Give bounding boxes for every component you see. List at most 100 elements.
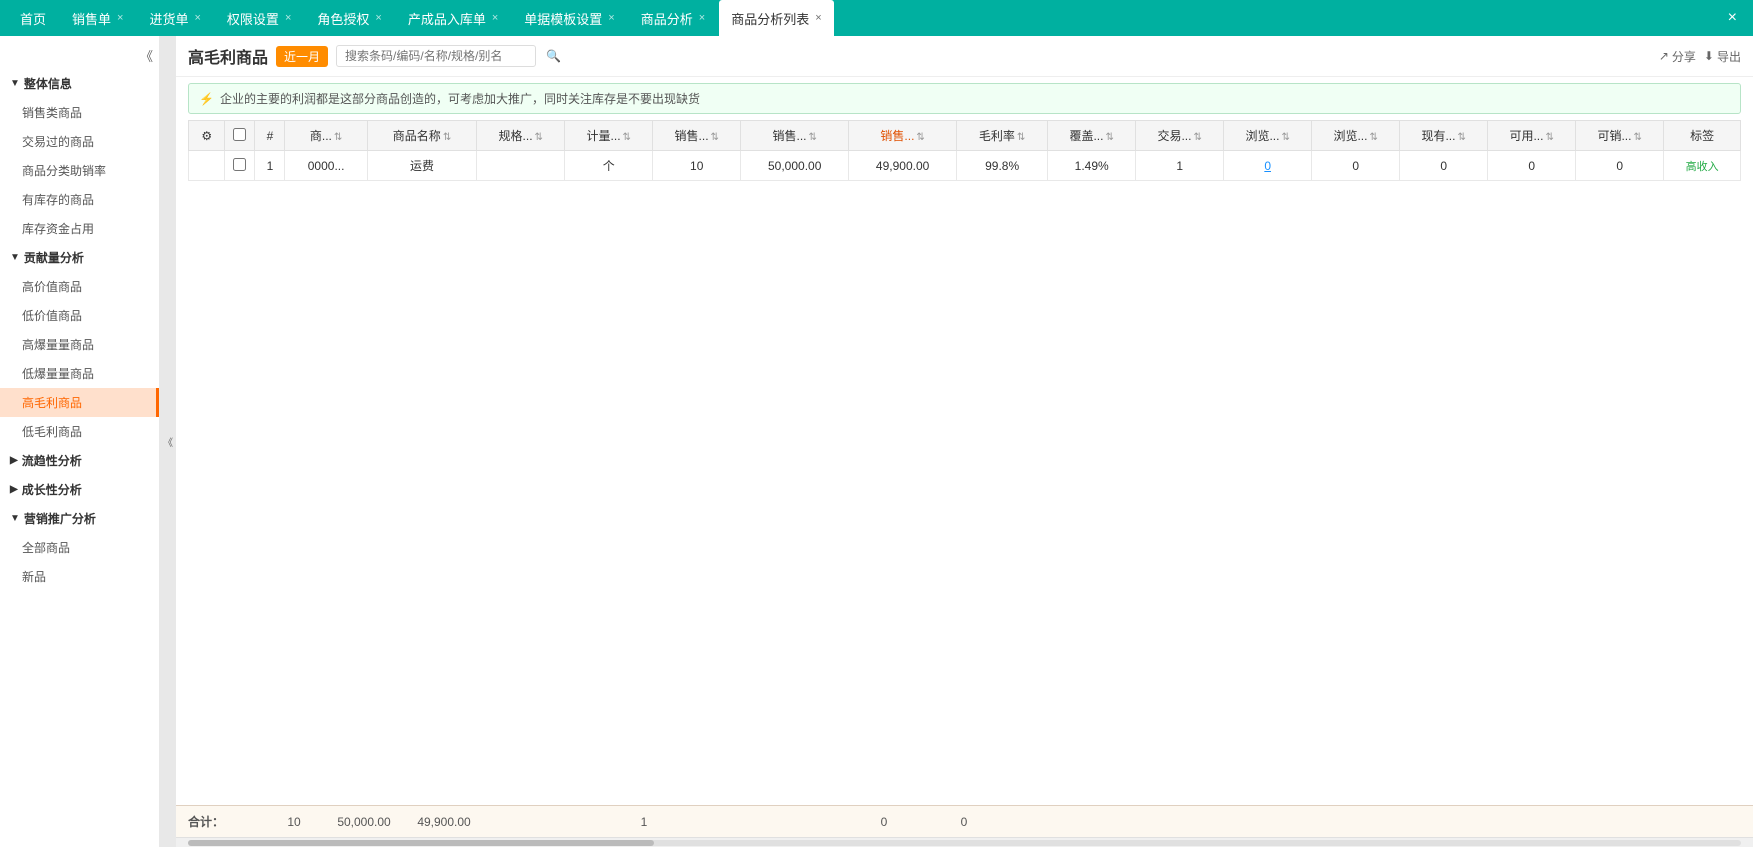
- sidebar-item-sales-goods[interactable]: 销售类商品: [0, 98, 159, 127]
- close-analysis-list-tab[interactable]: ×: [815, 12, 821, 24]
- col-settings[interactable]: ⚙: [189, 121, 225, 151]
- cell-gross-margin: 99.8%: [957, 151, 1048, 181]
- footer-bar: 合计： 10 50,000.00 49,900.00 1 0: [176, 805, 1753, 837]
- sidebar-item-new-goods[interactable]: 新品: [0, 562, 159, 591]
- arrow-contribution: ▼: [10, 252, 20, 263]
- col-browse1[interactable]: 浏览...⇅: [1224, 121, 1312, 151]
- sidebar-section-overall[interactable]: ▼ 整体信息: [0, 69, 159, 98]
- close-product-inbound-tab[interactable]: ×: [492, 12, 498, 24]
- sidebar-item-high-explosive[interactable]: 高爆量量商品: [0, 330, 159, 359]
- cell-num: 1: [255, 151, 285, 181]
- sidebar-item-stock-goods[interactable]: 有库存的商品: [0, 185, 159, 214]
- close-analysis-tab[interactable]: ×: [699, 12, 705, 24]
- close-all-tabs[interactable]: ×: [1720, 9, 1745, 27]
- col-sales-amt[interactable]: 销售...⇅: [741, 121, 849, 151]
- cell-tag: 高收入: [1664, 151, 1741, 181]
- sidebar-item-high-margin[interactable]: 高毛利商品: [0, 388, 159, 417]
- footer-cell-empty3: [764, 815, 844, 829]
- horizontal-scrollbar[interactable]: [176, 837, 1753, 847]
- col-browse2[interactable]: 浏览...⇅: [1312, 121, 1400, 151]
- sidebar-item-low-explosive[interactable]: 低爆量量商品: [0, 359, 159, 388]
- filter-recent-month-btn[interactable]: 近一月: [276, 46, 328, 67]
- cell-name: 运费: [367, 151, 476, 181]
- cell-sellable: 0: [1576, 151, 1664, 181]
- cell-spec: [477, 151, 565, 181]
- footer-cell-empty1: [484, 815, 604, 829]
- nav-tab-analysis[interactable]: 商品分析 ×: [629, 0, 717, 36]
- sidebar-toggle[interactable]: 《: [160, 36, 176, 847]
- col-code[interactable]: 商...⇅: [285, 121, 367, 151]
- col-sellable[interactable]: 可销...⇅: [1576, 121, 1664, 151]
- nav-tab-sales[interactable]: 销售单 ×: [60, 0, 135, 36]
- info-icon: ⚡: [199, 92, 214, 106]
- sidebar-item-low-value[interactable]: 低价值商品: [0, 301, 159, 330]
- sidebar-section-marketing[interactable]: ▼ 营销推广分析: [0, 504, 159, 533]
- main-table: ⚙ # 商...⇅ 商品名称⇅ 规格...⇅ 计量...⇅ 销售...⇅ 销售.…: [188, 120, 1741, 181]
- cell-code: 0000...: [285, 151, 367, 181]
- close-purchase-tab[interactable]: ×: [194, 12, 200, 24]
- nav-tab-analysis-list[interactable]: 商品分析列表 ×: [719, 0, 833, 36]
- row-checkbox[interactable]: [233, 158, 246, 171]
- arrow-marketing: ▼: [10, 513, 20, 524]
- col-tag: 标签: [1664, 121, 1741, 151]
- cell-trade: 1: [1136, 151, 1224, 181]
- col-current-stock[interactable]: 现有...⇅: [1400, 121, 1488, 151]
- cell-unit: 个: [565, 151, 653, 181]
- scrollbar-thumb[interactable]: [188, 840, 654, 846]
- share-icon: ↗: [1659, 49, 1669, 63]
- table-row: 1 0000... 运费 个 10 50,000.00 49,900.00 99…: [189, 151, 1741, 181]
- share-btn[interactable]: ↗ 分享: [1659, 48, 1696, 65]
- table-header-row: ⚙ # 商...⇅ 商品名称⇅ 规格...⇅ 计量...⇅ 销售...⇅ 销售.…: [189, 121, 1741, 151]
- col-sales-profit[interactable]: 销售...⇅: [849, 121, 957, 151]
- export-btn[interactable]: ⬇ 导出: [1704, 48, 1741, 65]
- export-icon: ⬇: [1704, 49, 1714, 63]
- nav-tab-home[interactable]: 首页: [8, 0, 58, 36]
- nav-tab-role[interactable]: 角色授权 ×: [305, 0, 393, 36]
- main-layout: 《 ▼ 整体信息 销售类商品 交易过的商品 商品分类助销率 有库存的商品 库存资…: [0, 36, 1753, 847]
- cell-available: 0: [1488, 151, 1576, 181]
- scrollbar-track: [188, 840, 1741, 846]
- col-trade[interactable]: 交易...⇅: [1136, 121, 1224, 151]
- close-permission-tab[interactable]: ×: [285, 12, 291, 24]
- top-nav: 首页 销售单 × 进货单 × 权限设置 × 角色授权 × 产成品入库单 × 单据…: [0, 0, 1753, 36]
- close-template-tab[interactable]: ×: [608, 12, 614, 24]
- sidebar-section-growth[interactable]: ▶ 成长性分析: [0, 475, 159, 504]
- arrow-growth: ▶: [10, 484, 18, 495]
- nav-tab-permission[interactable]: 权限设置 ×: [215, 0, 303, 36]
- sidebar-item-stock-capital[interactable]: 库存资金占用: [0, 214, 159, 243]
- cell-browse1[interactable]: 0: [1224, 151, 1312, 181]
- footer-label: 合计：: [188, 813, 224, 830]
- sidebar-item-traded-goods[interactable]: 交易过的商品: [0, 127, 159, 156]
- sidebar-section-trend[interactable]: ▶ 流趋性分析: [0, 446, 159, 475]
- col-name[interactable]: 商品名称⇅: [367, 121, 476, 151]
- col-available[interactable]: 可用...⇅: [1488, 121, 1576, 151]
- cell-sales-amt: 50,000.00: [741, 151, 849, 181]
- nav-tab-template[interactable]: 单据模板设置 ×: [512, 0, 626, 36]
- sidebar-collapse-btn[interactable]: 《: [140, 46, 153, 65]
- col-coverage[interactable]: 覆盖...⇅: [1048, 121, 1136, 151]
- sidebar-section-contribution[interactable]: ▼ 贡献量分析: [0, 243, 159, 272]
- col-sales-qty[interactable]: 销售...⇅: [653, 121, 741, 151]
- select-all-checkbox[interactable]: [233, 128, 246, 141]
- nav-tab-purchase[interactable]: 进货单 ×: [137, 0, 212, 36]
- col-checkbox: [225, 121, 255, 151]
- cell-coverage: 1.49%: [1048, 151, 1136, 181]
- col-gross-margin[interactable]: 毛利率⇅: [957, 121, 1048, 151]
- nav-tab-product-inbound[interactable]: 产成品入库单 ×: [396, 0, 510, 36]
- cell-sales-qty: 10: [653, 151, 741, 181]
- search-input[interactable]: [336, 45, 536, 67]
- close-role-tab[interactable]: ×: [375, 12, 381, 24]
- search-icon[interactable]: 🔍: [546, 49, 561, 63]
- sidebar-item-all-goods[interactable]: 全部商品: [0, 533, 159, 562]
- footer-cell-trade: 1: [604, 815, 684, 829]
- cell-settings: [189, 151, 225, 181]
- info-banner: ⚡ 企业的主要的利润都是这部分商品创造的，可考虑加大推广，同时关注库存是不要出现…: [188, 83, 1741, 114]
- col-unit[interactable]: 计量...⇅: [565, 121, 653, 151]
- arrow-trend: ▶: [10, 455, 18, 466]
- close-sales-tab[interactable]: ×: [117, 12, 123, 24]
- sidebar-item-high-value[interactable]: 高价值商品: [0, 272, 159, 301]
- sidebar-item-low-margin[interactable]: 低毛利商品: [0, 417, 159, 446]
- col-spec[interactable]: 规格...⇅: [477, 121, 565, 151]
- footer-cell-empty2: [684, 815, 764, 829]
- sidebar-item-category-rate[interactable]: 商品分类助销率: [0, 156, 159, 185]
